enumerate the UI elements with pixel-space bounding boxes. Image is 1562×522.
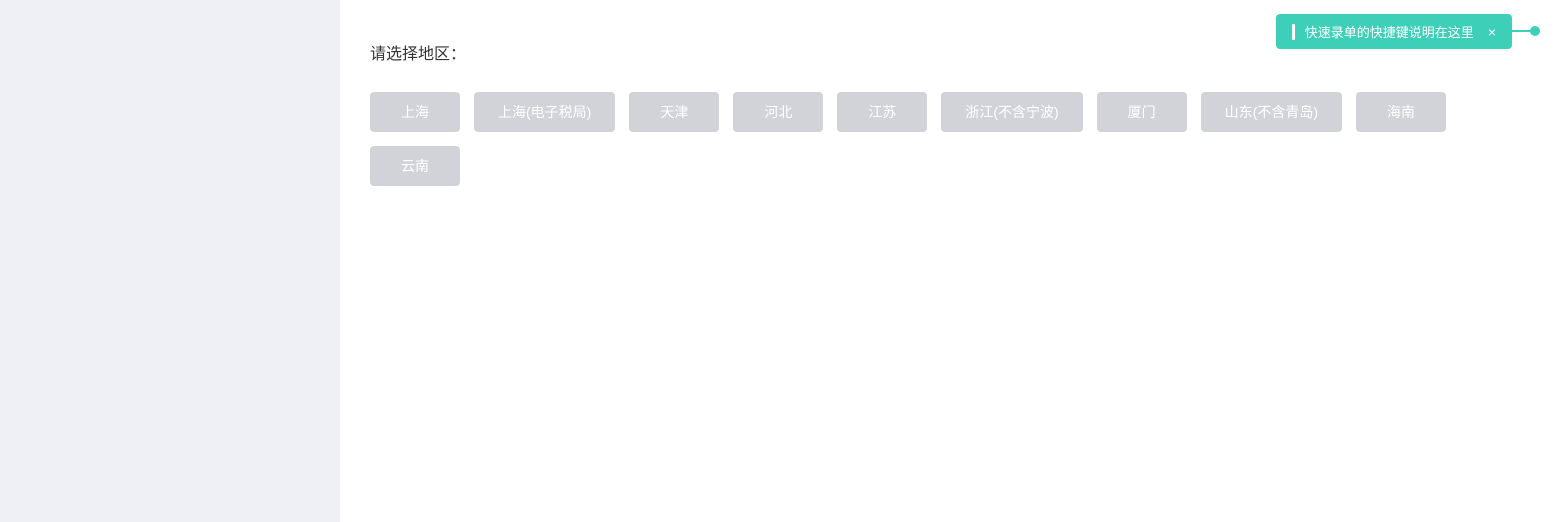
main-content: 请选择地区： 上海上海(电子税局)天津河北江苏浙江(不含宁波)厦门山东(不含青岛… xyxy=(340,0,1562,522)
tooltip-text: 快速录单的快捷键说明在这里 xyxy=(1305,22,1474,41)
region-button-tianjin[interactable]: 天津 xyxy=(629,92,719,132)
region-button-zhejiang[interactable]: 浙江(不含宁波) xyxy=(941,92,1082,132)
region-button-shanghai-etax[interactable]: 上海(电子税局) xyxy=(474,92,615,132)
sidebar xyxy=(0,0,340,522)
region-button-hainan[interactable]: 海南 xyxy=(1356,92,1446,132)
tooltip-line xyxy=(1512,30,1530,32)
tooltip-dot xyxy=(1530,26,1540,36)
region-button-shandong[interactable]: 山东(不含青岛) xyxy=(1201,92,1342,132)
region-button-yunnan[interactable]: 云南 xyxy=(370,146,460,186)
tooltip-close-icon[interactable]: × xyxy=(1488,24,1496,40)
region-button-shanghai[interactable]: 上海 xyxy=(370,92,460,132)
tooltip-banner: 快速录单的快捷键说明在这里 × xyxy=(1276,14,1512,49)
region-buttons-container: 上海上海(电子税局) 天津河北江苏浙江(不含宁波) 厦门山东(不含青岛) 海南云南 xyxy=(370,92,1532,186)
region-button-xiamen[interactable]: 厦门 xyxy=(1097,92,1187,132)
region-button-hebei[interactable]: 河北 xyxy=(733,92,823,132)
tooltip-bar xyxy=(1292,24,1295,40)
region-button-jiangsu[interactable]: 江苏 xyxy=(837,92,927,132)
